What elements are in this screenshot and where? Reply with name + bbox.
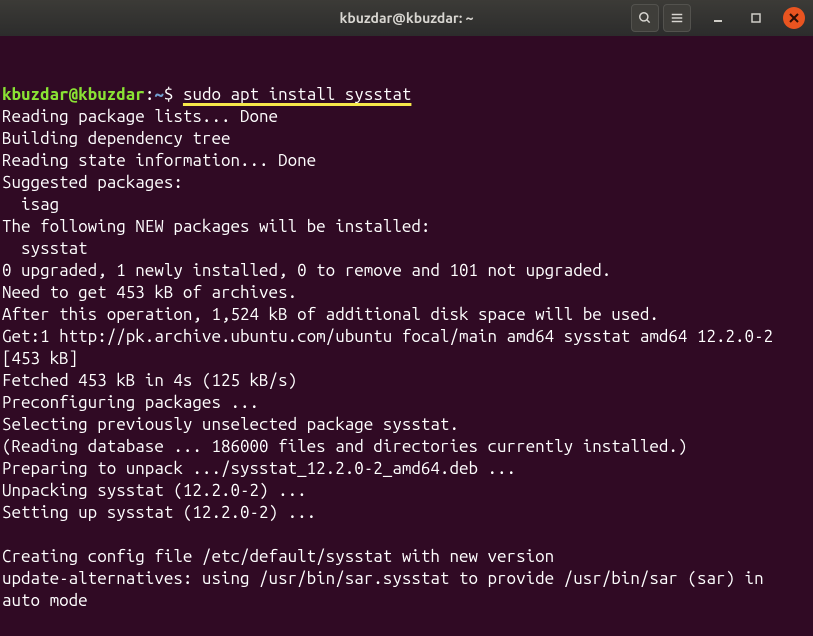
output-line: Building dependency tree — [2, 128, 811, 150]
output-line: Unpacking sysstat (12.2.0-2) ... — [2, 480, 811, 502]
titlebar-controls — [631, 4, 805, 32]
minimize-button[interactable] — [707, 7, 729, 29]
prompt-separator: : — [145, 85, 155, 104]
output-line: Need to get 453 kB of archives. — [2, 282, 811, 304]
output-line: (Reading database ... 186000 files and d… — [2, 436, 811, 458]
maximize-button[interactable] — [745, 7, 767, 29]
close-button[interactable] — [783, 7, 805, 29]
output-line: Creating config file /etc/default/syssta… — [2, 546, 811, 568]
window-title: kbuzdar@kbuzdar: ~ — [339, 7, 473, 29]
prompt-path: ~ — [154, 85, 164, 104]
command-text: sudo apt install sysstat — [183, 85, 411, 104]
output-line: Preconfiguring packages ... — [2, 392, 811, 414]
search-button[interactable] — [631, 4, 659, 32]
prompt-line: kbuzdar@kbuzdar:~$ sudo apt install syss… — [2, 84, 811, 106]
prompt-space — [173, 85, 183, 104]
prompt-user: kbuzdar@kbuzdar — [2, 85, 145, 104]
output-line: After this operation, 1,524 kB of additi… — [2, 304, 811, 326]
output-line: Selecting previously unselected package … — [2, 414, 811, 436]
window-titlebar: kbuzdar@kbuzdar: ~ — [0, 0, 813, 36]
output-line: isag — [2, 194, 811, 216]
output-line: update-alternatives: using /usr/bin/sar.… — [2, 568, 811, 612]
output-line: Reading state information... Done — [2, 150, 811, 172]
output-line: Preparing to unpack .../sysstat_12.2.0-2… — [2, 458, 811, 480]
output-line: Setting up sysstat (12.2.0-2) ... — [2, 502, 811, 524]
output-line: Fetched 453 kB in 4s (125 kB/s) — [2, 370, 811, 392]
menu-button[interactable] — [663, 4, 691, 32]
terminal-output: Reading package lists... DoneBuilding de… — [2, 106, 811, 612]
output-line: The following NEW packages will be insta… — [2, 216, 811, 238]
search-icon — [638, 11, 652, 25]
minimize-icon — [712, 12, 724, 24]
hamburger-icon — [670, 11, 684, 25]
output-line: Reading package lists... Done — [2, 106, 811, 128]
output-line: 0 upgraded, 1 newly installed, 0 to remo… — [2, 260, 811, 282]
output-line: Suggested packages: — [2, 172, 811, 194]
output-line — [2, 524, 811, 546]
terminal-area[interactable]: kbuzdar@kbuzdar:~$ sudo apt install syss… — [0, 36, 813, 636]
maximize-icon — [750, 12, 762, 24]
close-icon — [789, 13, 799, 23]
prompt-symbol: $ — [164, 85, 174, 104]
output-line: Get:1 http://pk.archive.ubuntu.com/ubunt… — [2, 326, 811, 370]
output-line: sysstat — [2, 238, 811, 260]
